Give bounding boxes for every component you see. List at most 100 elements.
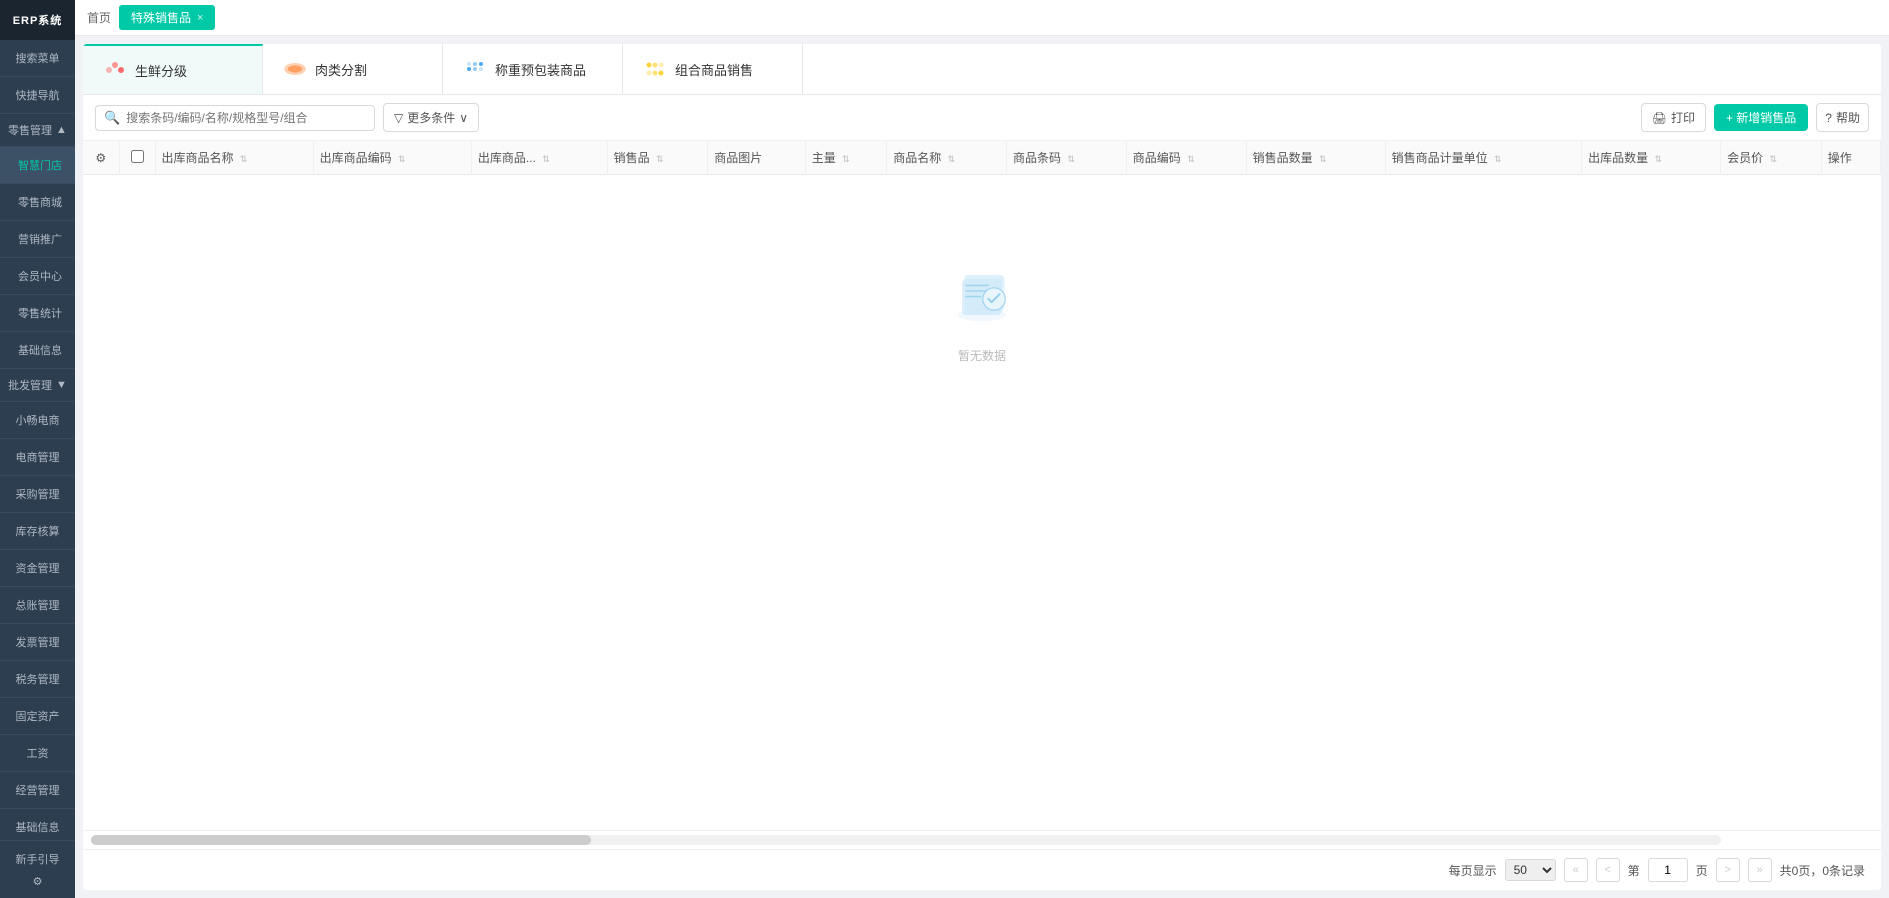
tab-scale-pack[interactable]: 称重预包装商品 [443, 44, 623, 94]
tab-close-icon[interactable]: × [197, 12, 203, 24]
th-goods-code[interactable]: 商品编码 ⇅ [1126, 141, 1246, 175]
select-all-checkbox[interactable] [131, 150, 144, 163]
sort-out-spec-icon: ⇅ [542, 154, 550, 164]
tab-combo-sale[interactable]: 组合商品销售 [623, 44, 803, 94]
quick-nav-label: 快捷导航 [16, 87, 60, 103]
th-sale-goods[interactable]: 销售品 ⇅ [607, 141, 708, 175]
th-sale-qty[interactable]: 销售品数量 ⇅ [1246, 141, 1385, 175]
sidebar-bottom: 新手引导 ⚙ [0, 840, 75, 898]
sidebar-item-retail-mgmt[interactable]: 零售管理 ▲ [0, 114, 75, 147]
sidebar-item-mini-ecom[interactable]: 小畅电商 [0, 402, 75, 439]
th-goods-barcode[interactable]: 商品条码 ⇅ [1007, 141, 1127, 175]
accounting-label: 总账管理 [16, 597, 60, 613]
sidebar-item-basic-info-r[interactable]: 基础信息 [0, 332, 75, 369]
sort-member-price-icon: ⇅ [1769, 154, 1777, 164]
sidebar-item-search-menu[interactable]: 搜索菜单 [0, 40, 75, 77]
sort-weight-icon: ⇅ [842, 154, 850, 164]
retail-mgmt-chevron: ▲ [56, 124, 67, 136]
scroll-row [83, 830, 1881, 849]
sidebar-item-fixed-assets[interactable]: 固定资产 [0, 698, 75, 735]
sidebar-item-accounting[interactable]: 总账管理 [0, 587, 75, 624]
scale-pack-label: 称重预包装商品 [495, 60, 586, 79]
help-button[interactable]: ? 帮助 [1816, 103, 1869, 132]
finance-label: 资金管理 [16, 560, 60, 576]
active-tab-label: 特殊销售品 [131, 9, 191, 26]
search-input[interactable] [126, 111, 366, 125]
sidebar-item-biz-mgmt[interactable]: 经营管理 [0, 772, 75, 809]
th-out-spec[interactable]: 出库商品... ⇅ [471, 141, 607, 175]
next-page-button[interactable]: > [1716, 858, 1740, 882]
sidebar-item-member-center[interactable]: 会员中心 [0, 258, 75, 295]
page-number-input[interactable] [1648, 858, 1688, 882]
empty-state: 暂无数据 [83, 175, 1881, 444]
th-out-name[interactable]: 出库商品名称 ⇅ [155, 141, 313, 175]
sidebar-item-purchase-mgmt[interactable]: 采购管理 [0, 476, 75, 513]
data-table: ⚙ 出库商品名称 ⇅ 出库商品编码 ⇅ [83, 141, 1881, 175]
th-checkbox[interactable] [119, 141, 155, 175]
help-label: 帮助 [1836, 109, 1860, 126]
th-goods-img[interactable]: 商品图片 [708, 141, 806, 175]
sidebar-item-basic-info[interactable]: 基础信息 [0, 809, 75, 840]
horizontal-scrollbar[interactable] [91, 835, 1721, 845]
th-out-qty[interactable]: 出库品数量 ⇅ [1582, 141, 1721, 175]
page-size-label: 每页显示 [1449, 862, 1497, 879]
add-button[interactable]: + 新增销售品 [1714, 104, 1808, 131]
wholesale-mgmt-label: 批发管理 [8, 377, 52, 393]
th-member-price[interactable]: 会员价 ⇅ [1721, 141, 1822, 175]
biz-mgmt-label: 经营管理 [16, 782, 60, 798]
filter-icon: ▽ [394, 111, 403, 125]
tab-fresh-grade[interactable]: 生鲜分级 [83, 44, 263, 94]
toolbar-right: 🖨 打印 + 新增销售品 ? 帮助 [1641, 103, 1869, 132]
member-center-label: 会员中心 [18, 268, 62, 284]
tax-mgmt-label: 税务管理 [16, 671, 60, 687]
th-weight[interactable]: 主量 ⇅ [805, 141, 886, 175]
th-goods-name[interactable]: 商品名称 ⇅ [887, 141, 1007, 175]
th-sale-unit[interactable]: 销售商品计量单位 ⇅ [1385, 141, 1582, 175]
prev-page-button[interactable]: < [1596, 858, 1620, 882]
combo-sale-icon [643, 57, 667, 81]
sidebar-item-smart-store[interactable]: 智慧门店 [0, 147, 75, 184]
sidebar-item-finance[interactable]: 资金管理 [0, 550, 75, 587]
sort-sale-goods-icon: ⇅ [656, 154, 664, 164]
sidebar-item-wholesale-mgmt[interactable]: 批发管理 ▼ [0, 369, 75, 402]
ecom-mgmt-label: 电商管理 [16, 449, 60, 465]
sidebar-item-sales-promo[interactable]: 营销推广 [0, 221, 75, 258]
sidebar-item-invoice-mgmt[interactable]: 发票管理 [0, 624, 75, 661]
sidebar-item-settings[interactable]: ⚙ [33, 875, 43, 888]
sidebar-item-inventory[interactable]: 库存核算 [0, 513, 75, 550]
search-box[interactable]: 🔍 [95, 105, 375, 131]
tab-meat-cut[interactable]: 肉类分割 [263, 44, 443, 94]
sidebar-item-new-guide[interactable]: 新手引导 [16, 851, 60, 867]
sidebar-item-tax-mgmt[interactable]: 税务管理 [0, 661, 75, 698]
home-breadcrumb[interactable]: 首页 [87, 9, 111, 26]
th-action: 操作 [1821, 141, 1880, 175]
fresh-grade-icon [103, 58, 127, 82]
sidebar-item-ecom-mgmt[interactable]: 电商管理 [0, 439, 75, 476]
meat-cut-label: 肉类分割 [315, 60, 367, 79]
empty-illustration [942, 255, 1022, 335]
sort-sale-unit-icon: ⇅ [1494, 154, 1502, 164]
combo-sale-label: 组合商品销售 [675, 60, 753, 79]
search-icon: 🔍 [104, 110, 120, 126]
sort-goods-code-icon: ⇅ [1187, 154, 1195, 164]
page-size-select[interactable]: 10 20 50 100 [1505, 859, 1556, 881]
th-settings[interactable]: ⚙ [83, 141, 119, 175]
smart-store-label: 智慧门店 [18, 157, 62, 173]
th-out-code[interactable]: 出库商品编码 ⇅ [313, 141, 471, 175]
sidebar-item-quick-nav[interactable]: 快捷导航 [0, 77, 75, 114]
table-wrap: ⚙ 出库商品名称 ⇅ 出库商品编码 ⇅ [83, 141, 1881, 830]
sidebar-item-retail-stats[interactable]: 零售统计 [0, 295, 75, 332]
sort-sale-qty-icon: ⇅ [1319, 154, 1327, 164]
active-topbar-tab[interactable]: 特殊销售品 × [119, 5, 215, 30]
filter-button[interactable]: ▽ 更多条件 ∨ [383, 103, 479, 132]
settings-icon: ⚙ [95, 151, 106, 165]
sidebar-item-retail-mall[interactable]: 零售商城 [0, 184, 75, 221]
page-unit: 页 [1696, 862, 1708, 879]
basic-info-label: 基础信息 [16, 819, 60, 835]
sidebar-item-hr[interactable]: 工资 [0, 735, 75, 772]
first-page-button[interactable]: « [1564, 858, 1588, 882]
last-page-button[interactable]: » [1748, 858, 1772, 882]
scrollbar-thumb[interactable] [91, 835, 591, 845]
add-button-label: + 新增销售品 [1726, 109, 1796, 126]
print-button[interactable]: 🖨 打印 [1641, 103, 1706, 132]
